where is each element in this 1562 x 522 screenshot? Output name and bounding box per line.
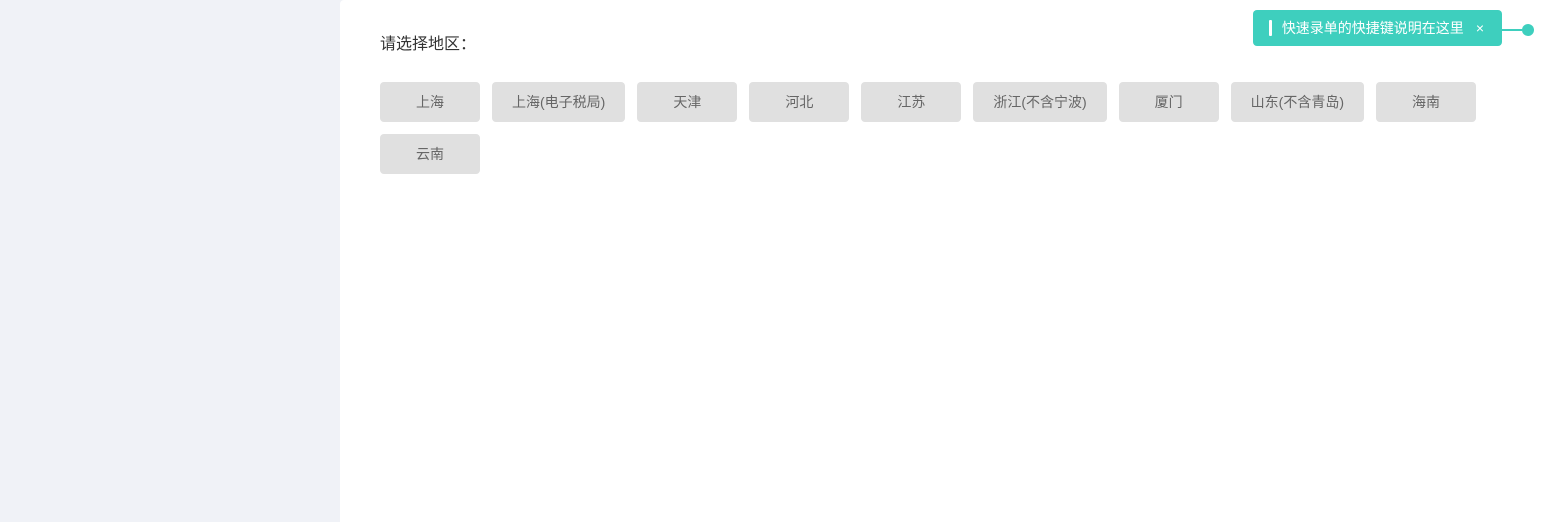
tooltip-text: 快速录单的快捷键说明在这里	[1282, 18, 1464, 38]
region-button-tianjin[interactable]: 天津	[637, 82, 737, 122]
tooltip-bar	[1269, 20, 1272, 36]
region-buttons-container: 上海上海(电子税局) 天津河北江苏浙江(不含宁波) 厦门山东(不含青岛) 海南云南	[380, 82, 1522, 174]
tooltip-close-button[interactable]: ×	[1474, 20, 1486, 36]
region-button-shanghai-etax[interactable]: 上海(电子税局)	[492, 82, 625, 122]
tooltip-connector-dot	[1522, 24, 1534, 36]
region-button-shandong[interactable]: 山东(不含青岛)	[1231, 82, 1364, 122]
region-button-xiamen[interactable]: 厦门	[1119, 82, 1219, 122]
region-button-zhejiang[interactable]: 浙江(不含宁波)	[973, 82, 1106, 122]
tooltip-connector-line	[1502, 29, 1522, 31]
main-content: 请选择地区： 上海上海(电子税局)天津河北江苏浙江(不含宁波)厦门山东(不含青岛…	[340, 0, 1562, 522]
region-button-hainan[interactable]: 海南	[1376, 82, 1476, 122]
region-button-yunnan[interactable]: 云南	[380, 134, 480, 174]
region-button-shanghai[interactable]: 上海	[380, 82, 480, 122]
left-sidebar	[0, 0, 340, 522]
region-button-jiangsu[interactable]: 江苏	[861, 82, 961, 122]
tooltip-banner: 快速录单的快捷键说明在这里 ×	[1253, 10, 1502, 46]
region-button-hebei[interactable]: 河北	[749, 82, 849, 122]
